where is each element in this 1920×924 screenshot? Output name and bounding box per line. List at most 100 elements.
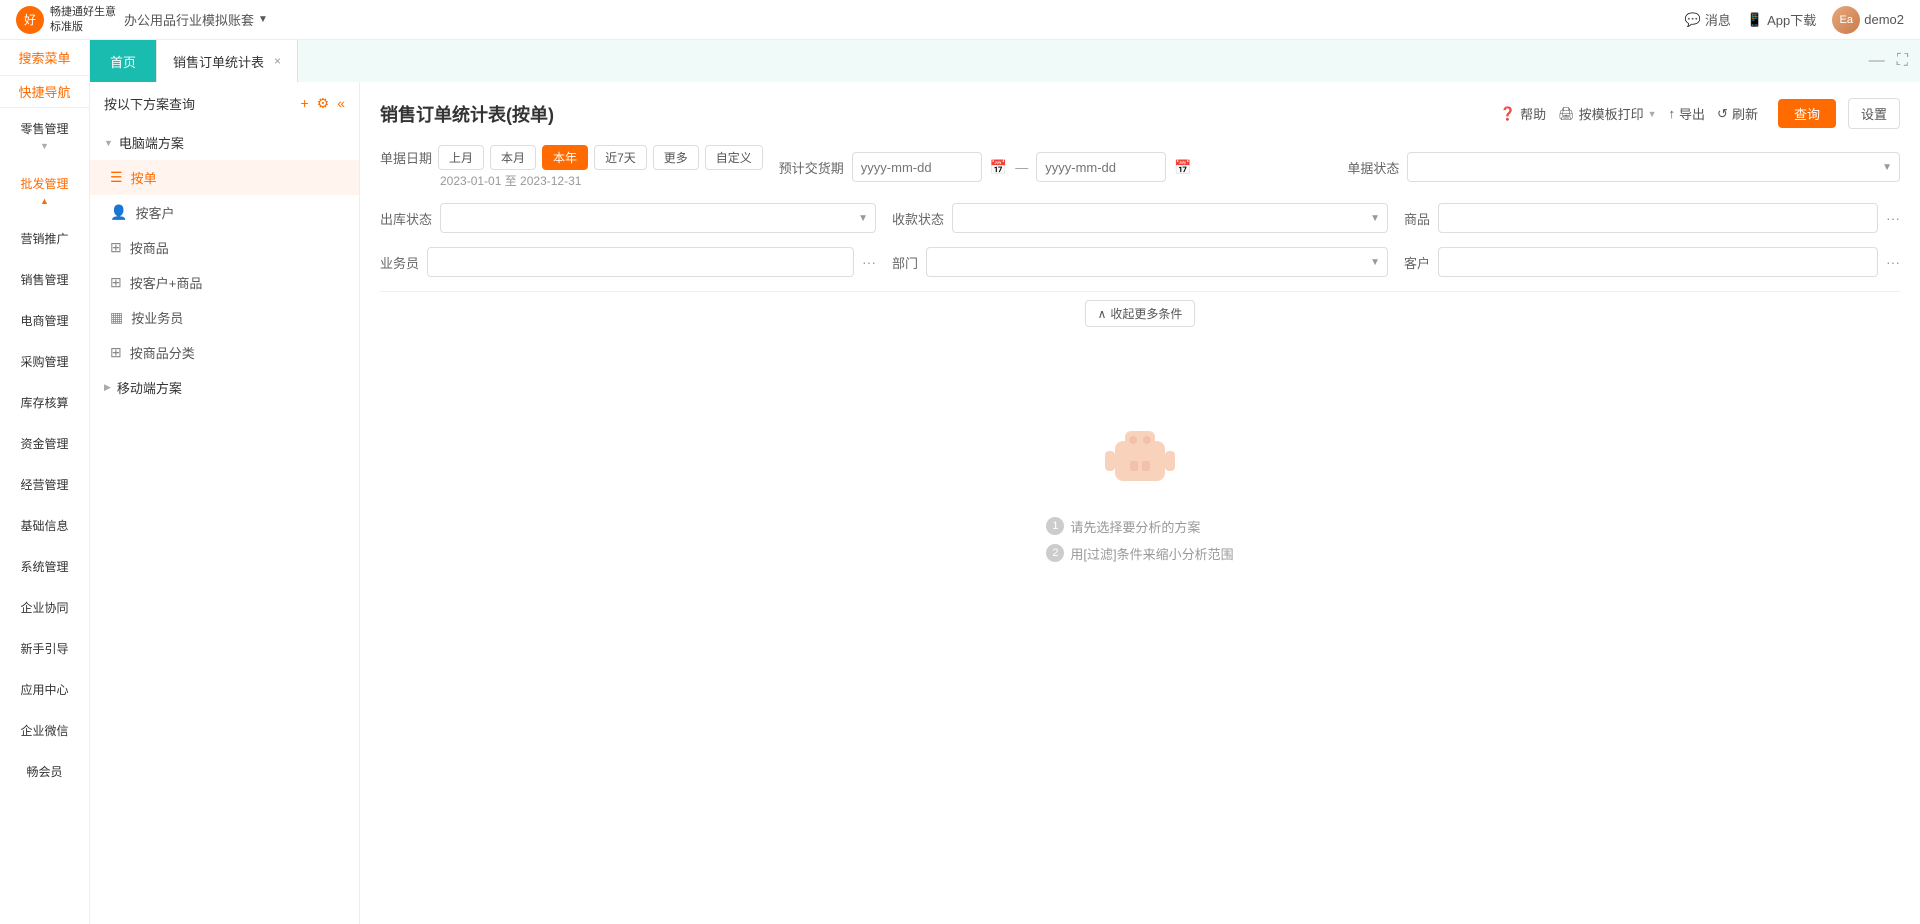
chevron-down-icon: ▼ [1648, 109, 1657, 119]
export-button[interactable]: ↑ 导出 [1669, 104, 1706, 123]
chevron-down-icon: ▼ [258, 14, 268, 25]
sidebar-item-wholesale[interactable]: 批发管理 ▲ [0, 163, 89, 218]
print-button[interactable]: 🖨 按模板打印 ▼ [1558, 104, 1656, 123]
salesperson-field: 业务员 ··· [380, 247, 876, 277]
app-selector[interactable]: 办公用品行业模拟账套 ▼ [124, 10, 268, 29]
message-icon: 💬 [1685, 12, 1701, 28]
calendar-icon-end: 📅 [1174, 159, 1191, 176]
sidebar-item-system[interactable]: 系统管理 [0, 546, 89, 587]
settings-scheme-button[interactable]: ⚙ [317, 95, 330, 112]
settings-button[interactable]: 设置 [1848, 98, 1900, 129]
tab-maximize-button[interactable]: ⛶ [1897, 52, 1908, 70]
department-field: 部门 ▼ [892, 247, 1388, 277]
date-btn-custom[interactable]: 自定义 [705, 145, 763, 170]
goods-input[interactable] [1438, 203, 1878, 233]
expected-date-end[interactable] [1036, 152, 1166, 182]
goods-more-button[interactable]: ··· [1886, 210, 1900, 226]
payment-select[interactable] [952, 203, 1388, 233]
sidebar-shortcut[interactable]: 快捷导航 [0, 76, 89, 108]
tab-close-icon[interactable]: × [274, 54, 281, 68]
page-title: 销售订单统计表(按单) [380, 101, 554, 127]
department-select[interactable] [926, 247, 1388, 277]
sidebar-item-finance[interactable]: 资金管理 [0, 423, 89, 464]
salesperson-input[interactable] [427, 247, 854, 277]
refresh-button[interactable]: ↺ 刷新 [1717, 104, 1758, 123]
empty-state: 1 请先选择要分析的方案 2 用[过滤]条件来缩小分析范围 [360, 351, 1920, 623]
expected-date-start[interactable] [852, 152, 982, 182]
person-icon: 👤 [110, 204, 127, 221]
calendar-icon-start: 📅 [990, 159, 1007, 176]
sidebar-item-inventory[interactable]: 库存核算 [0, 382, 89, 423]
logo-icon: 好 [16, 6, 44, 34]
sidebar-item-enterprise[interactable]: 企业协同 [0, 587, 89, 628]
message-button[interactable]: 💬 消息 [1685, 10, 1731, 29]
collapse-panel-button[interactable]: « [337, 95, 345, 112]
sidebar-item-marketing[interactable]: 营销推广 [0, 218, 89, 259]
sidebar-item-basic[interactable]: 基础信息 [0, 505, 89, 546]
tab-sales-order-stats[interactable]: 销售订单统计表 × [157, 40, 298, 82]
shipment-field: 出库状态 ▼ [380, 203, 876, 233]
content-area: 首页 销售订单统计表 × — ⛶ 按以下方案查询 + ⚙ « [90, 40, 1920, 924]
sidebar-item-sales[interactable]: 销售管理 [0, 259, 89, 300]
status-select[interactable] [1407, 152, 1900, 182]
panel-header: 按以下方案查询 + ⚙ « [90, 82, 359, 125]
empty-tip-1: 1 请先选择要分析的方案 [1046, 517, 1233, 536]
empty-illustration [1095, 411, 1185, 501]
tree-parent-desktop[interactable]: ▼ 电脑端方案 [90, 125, 359, 160]
sidebar-search[interactable]: 搜索菜单 [0, 40, 89, 76]
goods-field: 商品 ··· [1404, 203, 1900, 233]
export-icon: ↑ [1669, 106, 1676, 121]
page-actions: ❓ 帮助 🖨 按模板打印 ▼ ↑ 导出 ↺ [1500, 98, 1900, 129]
tab-minimize-button[interactable]: — [1869, 52, 1885, 70]
tree-parent-mobile[interactable]: ▶ 移动端方案 [90, 370, 359, 405]
date-range-text: 2023-01-01 至 2023-12-31 [380, 172, 581, 189]
tree-item-by-goods[interactable]: ⊞ 按商品 [90, 230, 359, 265]
user-area[interactable]: Ea demo2 [1832, 6, 1904, 34]
date-btn-last-month[interactable]: 上月 [438, 145, 484, 170]
sidebar-item-operations[interactable]: 经营管理 [0, 464, 89, 505]
add-scheme-button[interactable]: + [300, 95, 308, 112]
tree-item-by-customer[interactable]: 👤 按客户 [90, 195, 359, 230]
filter-row-3: 业务员 ··· 部门 ▼ [380, 247, 1900, 277]
tree-item-by-goods-category[interactable]: ⊞ 按商品分类 [90, 335, 359, 370]
app-download-button[interactable]: 📱 App下载 [1747, 10, 1816, 29]
empty-tip-2: 2 用[过滤]条件来缩小分析范围 [1046, 544, 1233, 563]
table-icon: ⊞ [110, 344, 122, 361]
tab-home[interactable]: 首页 [90, 40, 157, 82]
sidebar-item-appstore[interactable]: 应用中心 [0, 669, 89, 710]
filter-row-1: 单据日期 上月 本月 本年 近7天 更多 自定义 2023 [380, 145, 1900, 189]
sidebar-item-vip[interactable]: 畅会员 [0, 751, 89, 792]
refresh-icon: ↺ [1717, 106, 1728, 122]
customer-input[interactable] [1438, 247, 1878, 277]
status-select-wrapper: ▼ [1407, 152, 1900, 182]
page-body: 按以下方案查询 + ⚙ « ▼ 电脑端方案 ☰ 按单 [90, 82, 1920, 924]
query-button[interactable]: 查询 [1778, 99, 1836, 128]
date-btn-this-year[interactable]: 本年 [542, 145, 588, 170]
bar-chart-icon: ▦ [110, 309, 123, 326]
date-btn-7days[interactable]: 近7天 [594, 145, 647, 170]
date-btn-more[interactable]: 更多 [653, 145, 699, 170]
salesperson-more-button[interactable]: ··· [862, 254, 876, 270]
customer-more-button[interactable]: ··· [1886, 254, 1900, 270]
sidebar-item-purchase[interactable]: 采购管理 [0, 341, 89, 382]
sidebar-item-ecommerce[interactable]: 电商管理 [0, 300, 89, 341]
filter-section: 单据日期 上月 本月 本年 近7天 更多 自定义 2023 [360, 129, 1920, 351]
customer-field: 客户 ··· [1404, 247, 1900, 277]
shipment-select[interactable] [440, 203, 876, 233]
tree-item-by-salesperson[interactable]: ▦ 按业务员 [90, 300, 359, 335]
status-field: 单据状态 ▼ [1347, 152, 1900, 182]
help-button[interactable]: ❓ 帮助 [1500, 104, 1546, 123]
page-header: 销售订单统计表(按单) ❓ 帮助 🖨 按模板打印 ▼ ↑ [360, 82, 1920, 129]
tree-item-by-customer-goods[interactable]: ⊞ 按客户+商品 [90, 265, 359, 300]
chevron-up-icon: ▲ [40, 196, 49, 206]
tree-item-by-order[interactable]: ☰ 按单 [90, 160, 359, 195]
payment-select-wrapper: ▼ [952, 203, 1388, 233]
sidebar-item-retail[interactable]: 零售管理 ▼ [0, 108, 89, 163]
sidebar-item-newguide[interactable]: 新手引导 [0, 628, 89, 669]
date-btn-this-month[interactable]: 本月 [490, 145, 536, 170]
collapse-button[interactable]: ∧ 收起更多条件 [1085, 300, 1196, 327]
sidebar-item-weixin[interactable]: 企业微信 [0, 710, 89, 751]
filter-row-2: 出库状态 ▼ 收款状态 [380, 203, 1900, 233]
main-layout: 搜索菜单 快捷导航 零售管理 ▼ 批发管理 ▲ 营销推广 销售管理 电商管理 采… [0, 40, 1920, 924]
panel-actions: + ⚙ « [300, 95, 345, 112]
